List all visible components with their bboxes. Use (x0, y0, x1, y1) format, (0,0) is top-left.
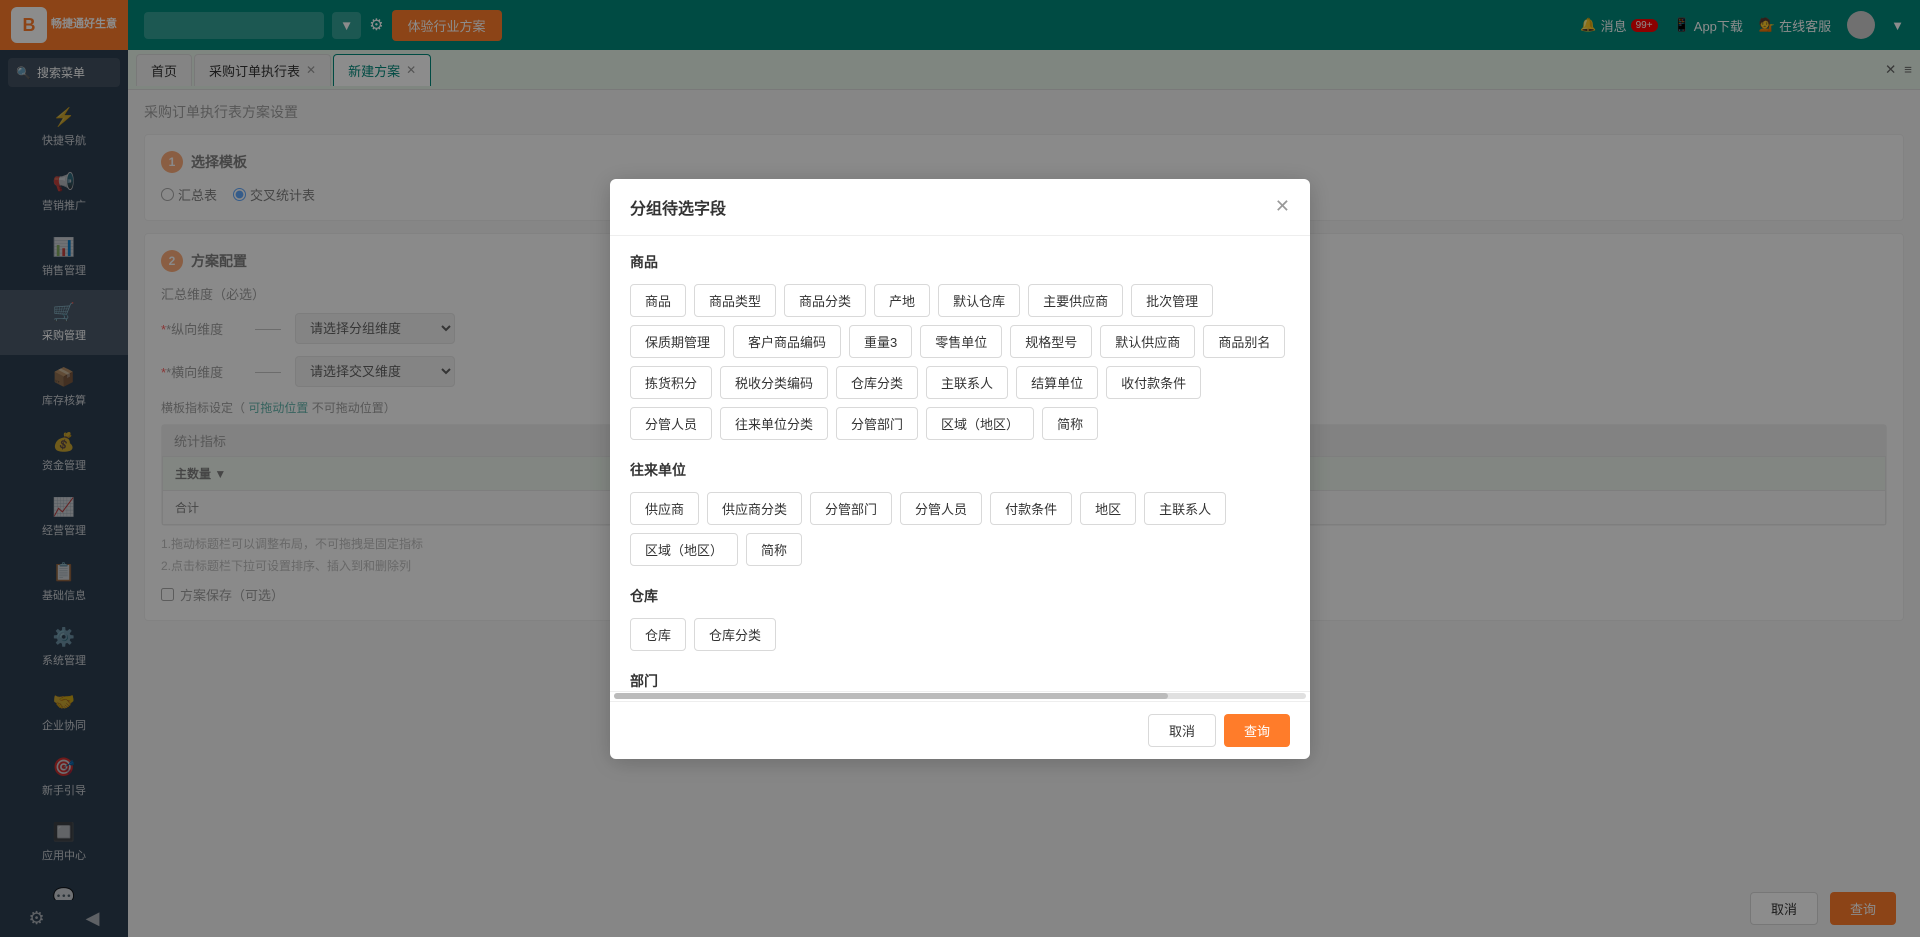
field-group-department-title: 部门 (630, 671, 1290, 691)
field-tag-spec-model[interactable]: 规格型号 (1010, 325, 1092, 358)
field-tag-batch-mgmt[interactable]: 批次管理 (1131, 284, 1213, 317)
field-tag-warehouse-category[interactable]: 仓库分类 (836, 366, 918, 399)
field-tag-from-unit[interactable]: 往来单位分类 (720, 407, 828, 440)
modal-title: 分组待选字段 (630, 195, 726, 219)
field-tag-warehouse[interactable]: 仓库 (630, 618, 686, 651)
modal-horizontal-scrollbar[interactable] (610, 691, 1310, 701)
modal-overlay: 分组待选字段 ✕ 商品 商品 商品类型 商品分类 产地 默认仓库 主要供应商 批… (0, 0, 1920, 937)
field-tag-origin[interactable]: 产地 (874, 284, 930, 317)
modal-close-button[interactable]: ✕ (1275, 196, 1290, 217)
field-tag-branch-dept2[interactable]: 分管部门 (810, 492, 892, 525)
field-tag-customer-code[interactable]: 客户商品编码 (733, 325, 841, 358)
modal-confirm-button[interactable]: 查询 (1224, 714, 1290, 747)
field-group-counterpart-title: 往来单位 (630, 460, 1290, 480)
field-tag-abbr[interactable]: 简称 (1042, 407, 1098, 440)
field-tag-settlement-unit[interactable]: 结算单位 (1016, 366, 1098, 399)
modal-body: 商品 商品 商品类型 商品分类 产地 默认仓库 主要供应商 批次管理 保质期管理… (610, 236, 1310, 691)
field-tag-supplier[interactable]: 供应商 (630, 492, 699, 525)
field-tag-abbr2[interactable]: 简称 (746, 533, 802, 566)
field-tag-region2[interactable]: 区域（地区） (630, 533, 738, 566)
field-tag-commodity-type[interactable]: 商品类型 (694, 284, 776, 317)
field-tags-product: 商品 商品类型 商品分类 产地 默认仓库 主要供应商 批次管理 保质期管理 客户… (630, 284, 1290, 440)
field-tag-retail-unit[interactable]: 零售单位 (920, 325, 1002, 358)
field-tag-supplier-category[interactable]: 供应商分类 (707, 492, 802, 525)
modal-cancel-button[interactable]: 取消 (1148, 714, 1216, 747)
field-tag-main-contact2[interactable]: 主联系人 (1144, 492, 1226, 525)
field-group-product: 商品 商品 商品类型 商品分类 产地 默认仓库 主要供应商 批次管理 保质期管理… (630, 252, 1290, 440)
field-tag-main-supplier[interactable]: 主要供应商 (1028, 284, 1123, 317)
field-tag-payment-terms[interactable]: 收付款条件 (1106, 366, 1201, 399)
field-tag-warehouse-cat[interactable]: 仓库分类 (694, 618, 776, 651)
field-group-warehouse-title: 仓库 (630, 586, 1290, 606)
modal-footer: 取消 查询 (610, 701, 1310, 759)
field-tag-quality-period[interactable]: 保质期管理 (630, 325, 725, 358)
modal-header: 分组待选字段 ✕ (610, 179, 1310, 236)
field-group-product-title: 商品 (630, 252, 1290, 272)
field-tag-main-contact[interactable]: 主联系人 (926, 366, 1008, 399)
field-tags-counterpart: 供应商 供应商分类 分管部门 分管人员 付款条件 地区 主联系人 区域（地区） … (630, 492, 1290, 566)
field-tag-branch-staff[interactable]: 分管人员 (900, 492, 982, 525)
field-group-department: 部门 部门 (630, 671, 1290, 691)
field-tag-default-supplier[interactable]: 默认供应商 (1100, 325, 1195, 358)
field-tag-commodity[interactable]: 商品 (630, 284, 686, 317)
field-tag-tax-code[interactable]: 税收分类编码 (720, 366, 828, 399)
field-tag-region[interactable]: 区域（地区） (926, 407, 1034, 440)
field-tag-branch-dept[interactable]: 分管部门 (836, 407, 918, 440)
field-tag-commodity-category[interactable]: 商品分类 (784, 284, 866, 317)
field-group-warehouse: 仓库 仓库 仓库分类 (630, 586, 1290, 651)
modal-dialog: 分组待选字段 ✕ 商品 商品 商品类型 商品分类 产地 默认仓库 主要供应商 批… (610, 179, 1310, 759)
field-tag-weight3[interactable]: 重量3 (849, 325, 912, 358)
field-tags-warehouse: 仓库 仓库分类 (630, 618, 1290, 651)
field-tag-payment-cond[interactable]: 付款条件 (990, 492, 1072, 525)
field-group-counterpart: 往来单位 供应商 供应商分类 分管部门 分管人员 付款条件 地区 主联系人 区域… (630, 460, 1290, 566)
field-tag-area[interactable]: 地区 (1080, 492, 1136, 525)
field-tag-redeem-points[interactable]: 拣货积分 (630, 366, 712, 399)
field-tag-default-warehouse[interactable]: 默认仓库 (938, 284, 1020, 317)
field-tag-commodity-alias[interactable]: 商品别名 (1203, 325, 1285, 358)
field-tag-manager[interactable]: 分管人员 (630, 407, 712, 440)
